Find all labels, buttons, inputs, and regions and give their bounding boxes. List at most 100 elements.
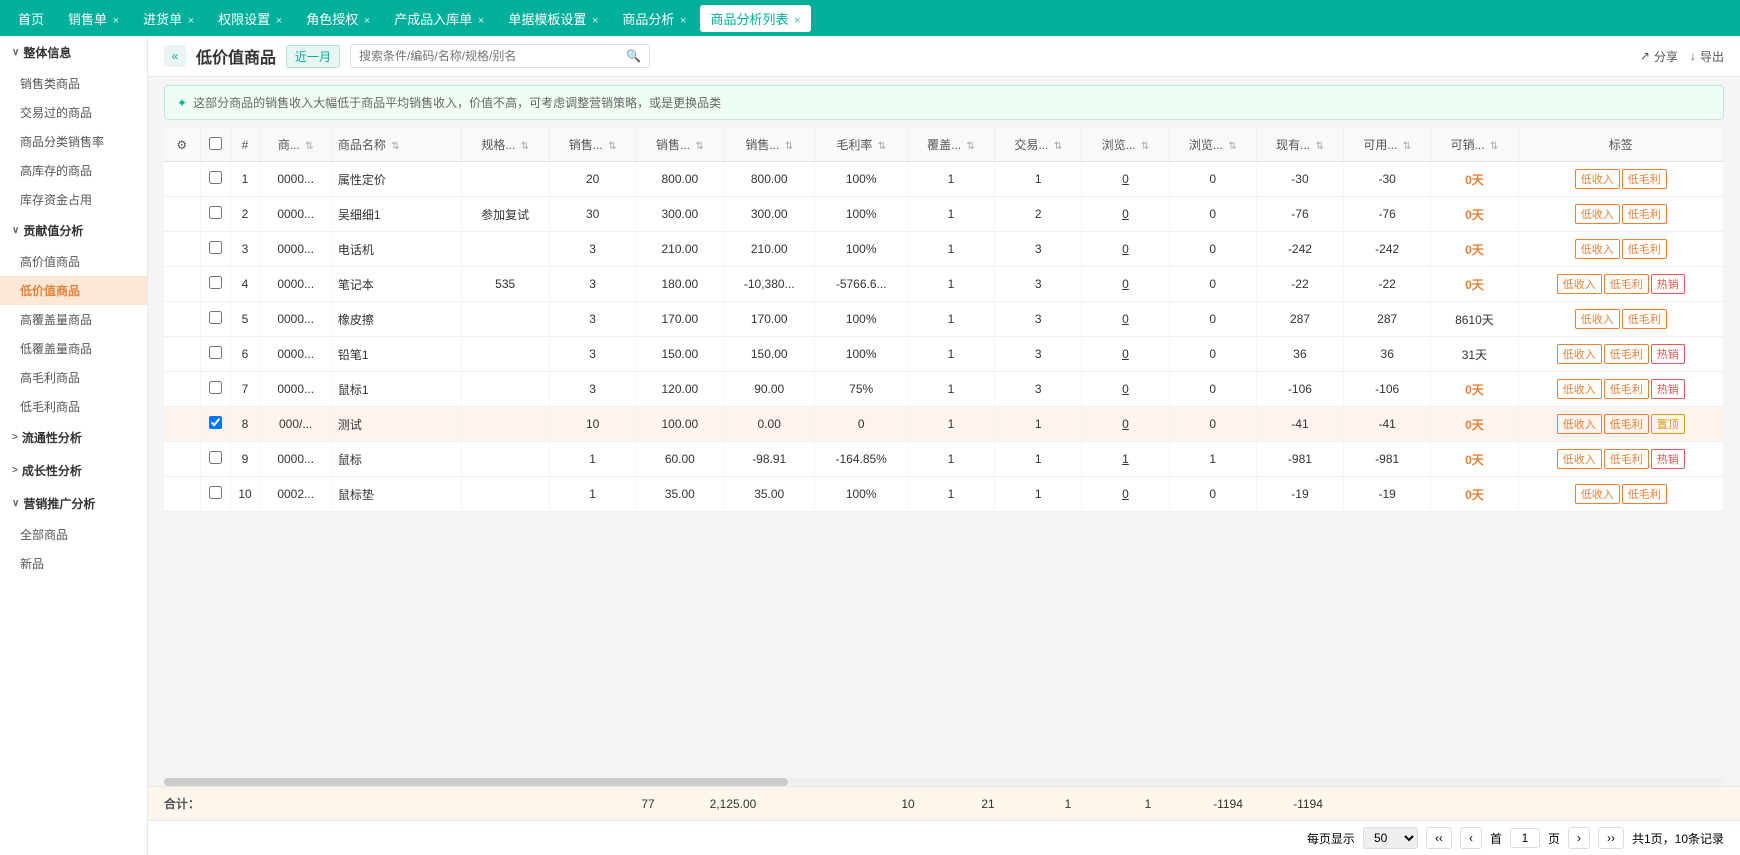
- row-checkbox[interactable]: [209, 171, 222, 184]
- row-checkbox[interactable]: [209, 311, 222, 324]
- row-checkbox[interactable]: [209, 451, 222, 464]
- search-icon[interactable]: 🔍: [626, 49, 641, 63]
- td-spec: [461, 232, 549, 267]
- td-view1[interactable]: 0: [1082, 337, 1169, 372]
- row-checkbox[interactable]: [209, 416, 222, 429]
- td-checkbox[interactable]: [200, 372, 230, 407]
- sidebar-item-high-stock[interactable]: 高库存的商品: [0, 156, 147, 185]
- sidebar-item-low-margin[interactable]: 低毛利商品: [0, 392, 147, 421]
- view-link[interactable]: 1: [1122, 452, 1129, 466]
- next-page-button[interactable]: ›: [1568, 827, 1590, 849]
- td-view1[interactable]: 1: [1082, 442, 1169, 477]
- th-settings[interactable]: ⚙: [164, 128, 200, 162]
- row-checkbox[interactable]: [209, 241, 222, 254]
- sidebar-item-high-value[interactable]: 高价值商品: [0, 247, 147, 276]
- page-size-select[interactable]: 50 100: [1363, 827, 1418, 849]
- nav-analysis[interactable]: 商品分析 ×: [612, 5, 696, 32]
- view-link[interactable]: 0: [1122, 417, 1129, 431]
- td-view1[interactable]: 0: [1082, 197, 1169, 232]
- nav-sales[interactable]: 销售单 ×: [58, 5, 129, 32]
- sidebar-item-all-products[interactable]: 全部商品: [0, 520, 147, 549]
- td-checkbox[interactable]: [200, 442, 230, 477]
- td-view1[interactable]: 0: [1082, 162, 1169, 197]
- sidebar-item-new-products[interactable]: 新品: [0, 549, 147, 578]
- td-checkbox[interactable]: [200, 337, 230, 372]
- row-checkbox[interactable]: [209, 276, 222, 289]
- td-view1[interactable]: 0: [1082, 302, 1169, 337]
- th-checkbox[interactable]: [200, 128, 230, 162]
- first-page-button[interactable]: ‹‹: [1426, 827, 1452, 849]
- sidebar-group-overall[interactable]: ∨整体信息: [0, 36, 147, 69]
- view-link[interactable]: 0: [1122, 242, 1129, 256]
- sidebar-group-growth[interactable]: >成长性分析: [0, 454, 147, 487]
- sidebar-item-high-coverage[interactable]: 高覆盖量商品: [0, 305, 147, 334]
- sidebar-item-traded[interactable]: 交易过的商品: [0, 98, 147, 127]
- nav-permission[interactable]: 权限设置 ×: [208, 5, 292, 32]
- td-stock1: -106: [1256, 372, 1343, 407]
- filter-tag-month[interactable]: 近一月: [286, 45, 340, 68]
- nav-sales-close[interactable]: ×: [113, 15, 119, 27]
- td-view1[interactable]: 0: [1082, 407, 1169, 442]
- td-checkbox[interactable]: [200, 232, 230, 267]
- sidebar-item-stock-capital[interactable]: 库存资金占用: [0, 185, 147, 214]
- view-link[interactable]: 0: [1122, 487, 1129, 501]
- page-number-input[interactable]: [1510, 828, 1540, 848]
- sidebar-item-high-margin[interactable]: 高毛利商品: [0, 363, 147, 392]
- search-box[interactable]: 🔍: [350, 44, 650, 68]
- table-row: 1 0000... 属性定价 20 800.00 800.00 100% 1 1…: [164, 162, 1724, 197]
- row-checkbox[interactable]: [209, 381, 222, 394]
- nav-role[interactable]: 角色授权 ×: [296, 5, 380, 32]
- collapse-button[interactable]: «: [164, 45, 186, 67]
- nav-permission-close[interactable]: ×: [276, 15, 282, 27]
- nav-analysis-close[interactable]: ×: [680, 15, 686, 27]
- select-all-checkbox[interactable]: [209, 137, 222, 150]
- scrollbar-thumb[interactable]: [164, 778, 788, 786]
- td-view1[interactable]: 0: [1082, 372, 1169, 407]
- nav-purchase[interactable]: 进货单 ×: [133, 5, 204, 32]
- nav-analysis-list[interactable]: 商品分析列表 ×: [700, 5, 810, 32]
- td-checkbox[interactable]: [200, 197, 230, 232]
- td-s1: 1: [549, 442, 636, 477]
- share-button[interactable]: ↗ 分享: [1640, 48, 1678, 65]
- td-checkbox[interactable]: [200, 477, 230, 512]
- table-row: 7 0000... 鼠标1 3 120.00 90.00 75% 1 3 0 0…: [164, 372, 1724, 407]
- view-link[interactable]: 0: [1122, 382, 1129, 396]
- sidebar-group-marketing[interactable]: ∨营销推广分析: [0, 487, 147, 520]
- nav-product-in-close[interactable]: ×: [478, 15, 484, 27]
- nav-home[interactable]: 首页: [8, 5, 54, 32]
- scrollbar-track[interactable]: [164, 778, 1724, 786]
- table-wrapper[interactable]: ⚙ # 商... ⇅ 商品名称 ⇅ 规格... ⇅ 销售... ⇅ 销售... …: [148, 128, 1740, 778]
- nav-role-close[interactable]: ×: [364, 15, 370, 27]
- td-view1[interactable]: 0: [1082, 267, 1169, 302]
- td-checkbox[interactable]: [200, 302, 230, 337]
- export-button[interactable]: ↓ 导出: [1690, 48, 1724, 65]
- row-checkbox[interactable]: [209, 346, 222, 359]
- prev-page-button[interactable]: ‹: [1460, 827, 1482, 849]
- view-link[interactable]: 0: [1122, 347, 1129, 361]
- sidebar-group-contribution[interactable]: ∨贡献值分析: [0, 214, 147, 247]
- sidebar-item-category-sales[interactable]: 商品分类销售率: [0, 127, 147, 156]
- sidebar-item-low-value[interactable]: 低价值商品: [0, 276, 147, 305]
- row-checkbox[interactable]: [209, 486, 222, 499]
- nav-analysis-list-close[interactable]: ×: [794, 15, 800, 27]
- nav-product-in[interactable]: 产成品入库单 ×: [384, 5, 494, 32]
- nav-template-close[interactable]: ×: [592, 15, 598, 27]
- row-checkbox[interactable]: [209, 206, 222, 219]
- td-view1[interactable]: 0: [1082, 232, 1169, 267]
- last-page-button[interactable]: ››: [1598, 827, 1624, 849]
- sidebar-item-sales-category[interactable]: 销售类商品: [0, 69, 147, 98]
- view-link[interactable]: 0: [1122, 312, 1129, 326]
- td-checkbox[interactable]: [200, 267, 230, 302]
- view-link[interactable]: 0: [1122, 172, 1129, 186]
- view-link[interactable]: 0: [1122, 277, 1129, 291]
- th-name: 商品名称 ⇅: [331, 128, 461, 162]
- td-checkbox[interactable]: [200, 162, 230, 197]
- sidebar-group-circulation[interactable]: >流通性分析: [0, 421, 147, 454]
- td-checkbox[interactable]: [200, 407, 230, 442]
- sidebar-item-low-coverage[interactable]: 低覆盖量商品: [0, 334, 147, 363]
- nav-purchase-close[interactable]: ×: [188, 15, 194, 27]
- view-link[interactable]: 0: [1122, 207, 1129, 221]
- search-input[interactable]: [359, 49, 626, 63]
- nav-template[interactable]: 单据模板设置 ×: [498, 5, 608, 32]
- td-view1[interactable]: 0: [1082, 477, 1169, 512]
